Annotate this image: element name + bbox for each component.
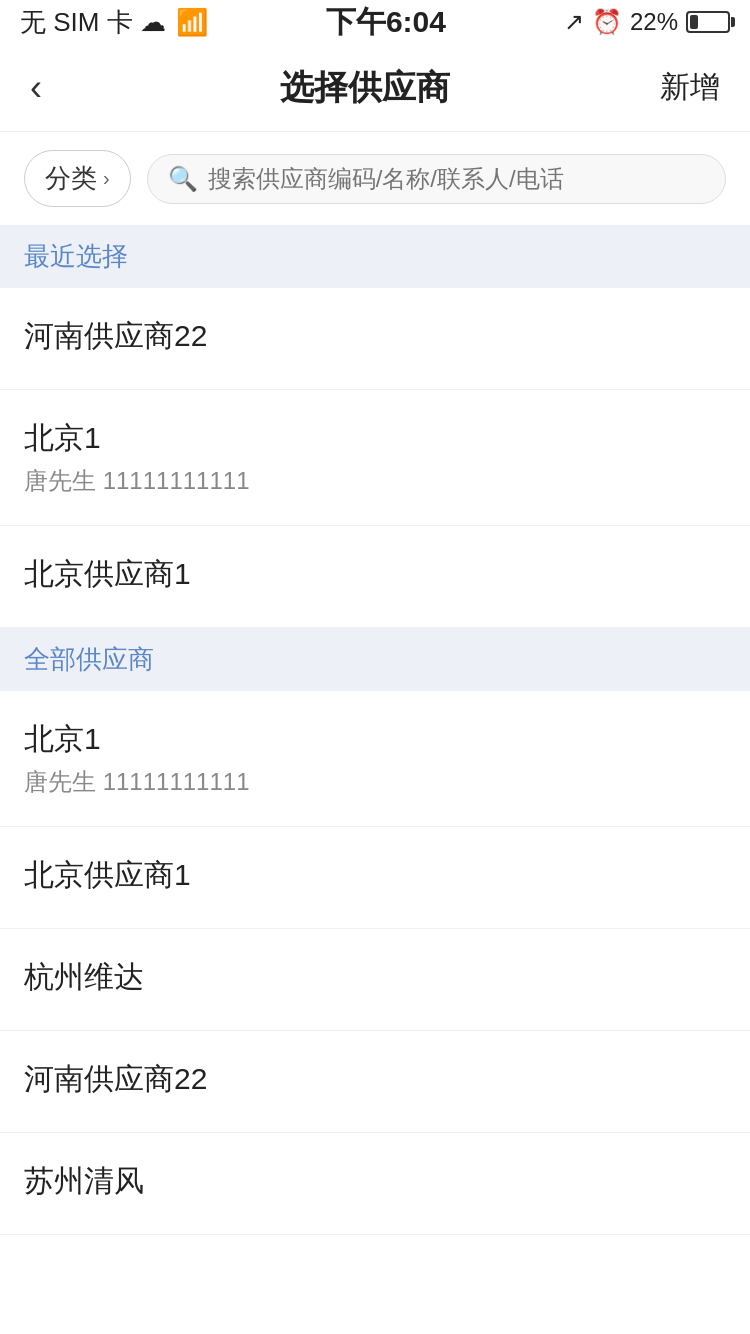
status-right: ↗ ⏰ 22% [564, 8, 730, 36]
recent-list: 河南供应商22 北京1 唐先生 11111111111 北京供应商1 [0, 288, 750, 628]
item-name: 杭州维达 [24, 957, 726, 998]
list-item[interactable]: 北京1 唐先生 11111111111 [0, 691, 750, 827]
filter-bar: 分类 › 🔍 [0, 132, 750, 225]
all-list: 北京1 唐先生 11111111111 北京供应商1 杭州维达河南供应商22 苏州清风 [0, 691, 750, 1235]
status-time: 下午6:04 [326, 2, 446, 43]
add-button[interactable]: 新增 [640, 67, 720, 108]
item-name: 北京供应商1 [24, 554, 726, 595]
search-icon: 🔍 [168, 165, 198, 193]
nav-bar: ‹ 选择供应商 新增 [0, 44, 750, 132]
category-button[interactable]: 分类 › [24, 150, 131, 207]
battery-icon [686, 11, 730, 33]
list-item[interactable]: 北京供应商1 [0, 526, 750, 628]
list-item[interactable]: 河南供应商22 [0, 288, 750, 390]
location-icon: ↗ [564, 8, 584, 36]
category-label: 分类 [45, 161, 97, 196]
all-section-label: 全部供应商 [24, 644, 154, 674]
recent-section-label: 最近选择 [24, 241, 128, 271]
all-section-header: 全部供应商 [0, 628, 750, 691]
item-name: 河南供应商22 [24, 316, 726, 357]
item-sub: 唐先生 11111111111 [24, 766, 726, 798]
search-input[interactable] [208, 165, 705, 193]
item-name: 北京供应商1 [24, 855, 726, 896]
back-button[interactable]: ‹ [30, 67, 90, 109]
status-left: 无 SIM 卡 ☁ 📶 [20, 5, 208, 40]
list-item[interactable]: 杭州维达 [0, 929, 750, 1031]
list-item[interactable]: 北京供应商1 [0, 827, 750, 929]
page-title: 选择供应商 [90, 65, 640, 111]
item-name: 河南供应商22 [24, 1059, 726, 1100]
battery-percent: 22% [630, 8, 678, 36]
item-name: 苏州清风 [24, 1161, 726, 1202]
list-item[interactable]: 河南供应商22 [0, 1031, 750, 1133]
status-bar: 无 SIM 卡 ☁ 📶 下午6:04 ↗ ⏰ 22% [0, 0, 750, 44]
chevron-right-icon: › [103, 167, 110, 190]
item-name: 北京1 [24, 719, 726, 760]
wifi-icon: 📶 [176, 7, 208, 38]
list-item[interactable]: 苏州清风 [0, 1133, 750, 1235]
item-name: 北京1 [24, 418, 726, 459]
alarm-icon: ⏰ [592, 8, 622, 36]
item-sub: 唐先生 11111111111 [24, 465, 726, 497]
search-box: 🔍 [147, 154, 726, 204]
list-item[interactable]: 北京1 唐先生 11111111111 [0, 390, 750, 526]
recent-section-header: 最近选择 [0, 225, 750, 288]
sim-status: 无 SIM 卡 ☁ [20, 5, 166, 40]
